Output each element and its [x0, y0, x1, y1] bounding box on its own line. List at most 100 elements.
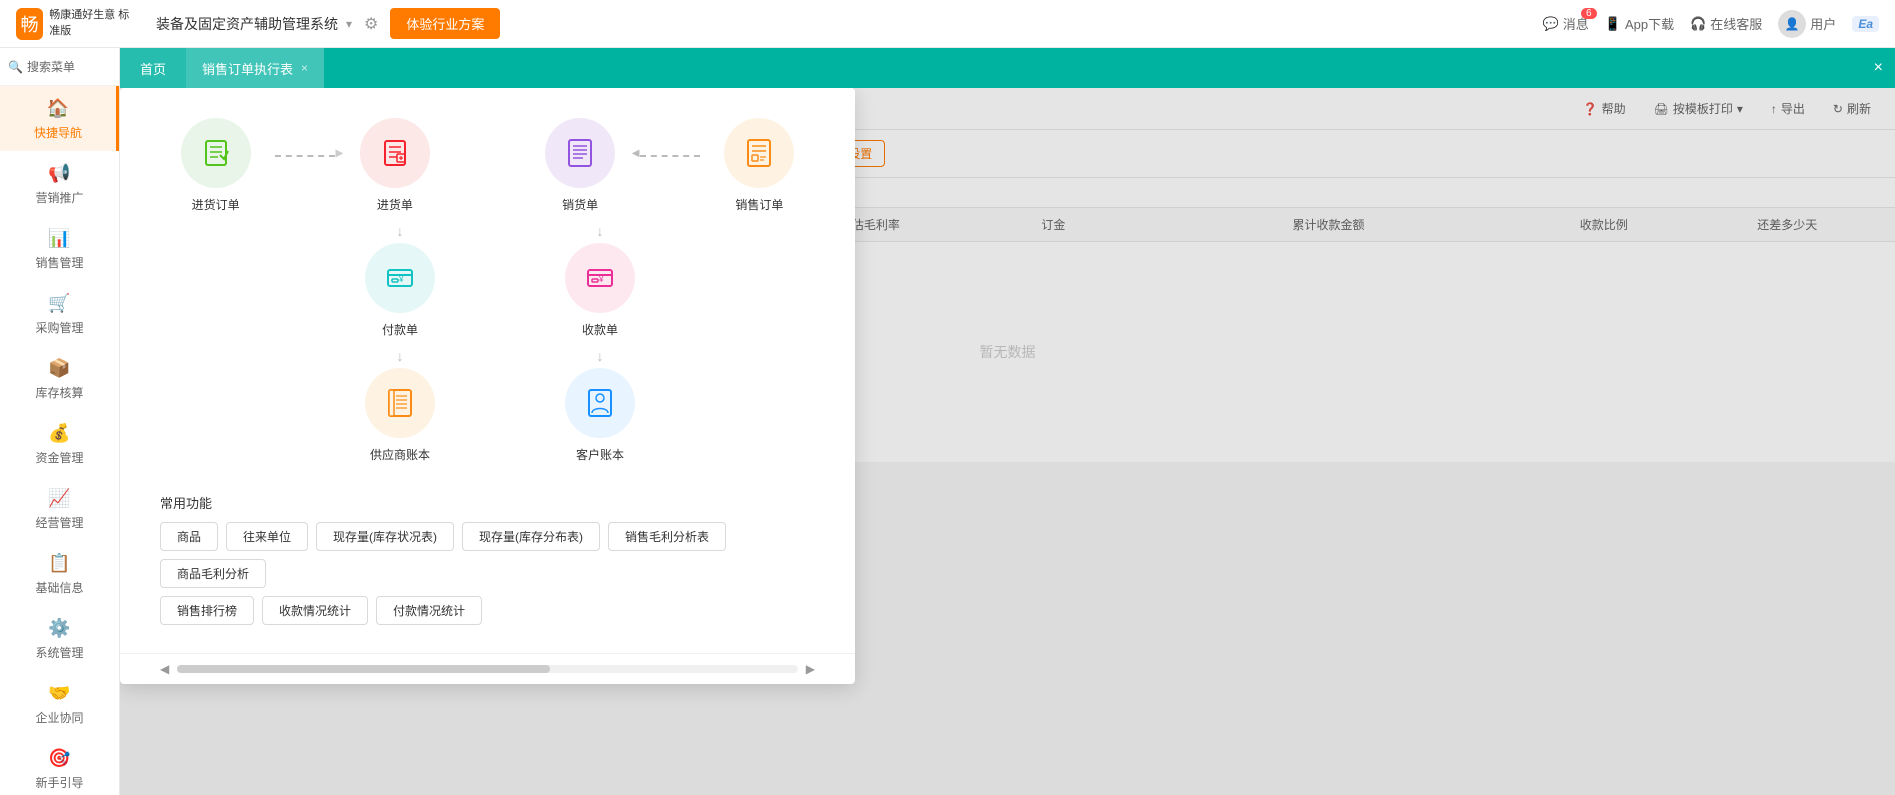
flow-section: 进货订单 ▶ [120, 88, 855, 493]
common-functions-title: 常用功能 [160, 493, 815, 512]
sidebar-item-marketing[interactable]: 📢 营销推广 [0, 151, 119, 216]
arrow-order-to-invoice: ◀ [640, 155, 700, 177]
down-arrows-row-2: ↓ ↓ [160, 348, 815, 364]
scroll-thumb[interactable] [177, 665, 549, 673]
receipt-circle[interactable]: ¥ [565, 243, 635, 313]
down-arrow-receipt: ↓ [540, 223, 660, 239]
top-header: 畅 畅康通好生意 标准版 装备及固定资产辅助管理系统 ▾ ⚙ 体验行业方案 💬 … [0, 0, 1895, 48]
receipt-label: 收款单 [582, 321, 618, 338]
quick-nav-icon: 🏠 [46, 96, 70, 120]
trial-button[interactable]: 体验行业方案 [390, 8, 500, 39]
sidebar-item-label: 基础信息 [35, 579, 83, 596]
sales-invoice-label: 销货单 [562, 196, 598, 213]
flow-row-2: ¥ 付款单 [160, 243, 815, 338]
flow-modal-overlay: 进货订单 ▶ [120, 88, 1895, 795]
customer-ledger-circle[interactable] [565, 368, 635, 438]
sidebar-search[interactable]: 🔍 搜索菜单 [0, 48, 119, 86]
customer-ledger-label: 客户账本 [576, 446, 624, 463]
basic-icon: 📋 [48, 551, 72, 575]
flow-modal: 进货订单 ▶ [120, 88, 855, 684]
user-area[interactable]: 👤 用户 [1778, 10, 1836, 38]
scroll-track [177, 665, 798, 673]
app-logo-icon: 畅 [16, 8, 43, 40]
dropdown-arrow-icon[interactable]: ▾ [346, 17, 352, 31]
sidebar-item-enterprise[interactable]: 🤝 企业协同 [0, 671, 119, 736]
btn-sales-ranking[interactable]: 销售排行榜 [160, 596, 254, 625]
content-area: 首页 销售订单执行表 × × ❓ 帮助 🖨 按模板打印 [120, 48, 1895, 795]
scroll-right-button[interactable]: ▶ [806, 662, 815, 676]
btn-sales-analysis[interactable]: 销售毛利分析表 [608, 522, 726, 551]
purchase-receipt-circle[interactable] [360, 118, 430, 188]
scroll-left-button[interactable]: ◀ [160, 662, 169, 676]
sidebar-item-operation[interactable]: 📈 经营管理 [0, 476, 119, 541]
sidebar-item-label: 销售管理 [35, 254, 83, 271]
sidebar-item-label: 快捷导航 [34, 124, 82, 141]
service-icon: 🎧 [1690, 16, 1706, 32]
search-icon: 🔍 [8, 60, 23, 74]
arrow-purchase-to-receipt: ▶ [275, 155, 335, 177]
sidebar-item-label: 库存核算 [35, 384, 83, 401]
sidebar-item-finance[interactable]: 💰 资金管理 [0, 411, 119, 476]
sidebar-item-purchase[interactable]: 🛒 采购管理 [0, 281, 119, 346]
purchase-order-label: 进货订单 [192, 196, 240, 213]
down-arrow-payment: ↓ [340, 223, 460, 239]
tab-home[interactable]: 首页 [120, 48, 186, 88]
purchase-order-circle[interactable] [181, 118, 251, 188]
settings-gear-button[interactable]: ⚙ [360, 10, 382, 38]
tab-close-all-button[interactable]: × [1874, 59, 1895, 77]
sales-order-circle[interactable] [724, 118, 794, 188]
marketing-icon: 📢 [48, 161, 72, 185]
sidebar-item-label: 经营管理 [35, 514, 83, 531]
btn-stock-dist[interactable]: 现存量(库存分布表) [462, 522, 600, 551]
online-service-button[interactable]: 🎧 在线客服 [1690, 14, 1762, 33]
payment-label: 付款单 [382, 321, 418, 338]
sales-icon: 📊 [48, 226, 72, 250]
sidebar-item-inventory[interactable]: 📦 库存核算 [0, 346, 119, 411]
btn-product[interactable]: 商品 [160, 522, 218, 551]
supplier-ledger-circle[interactable] [365, 368, 435, 438]
tab-sales-order[interactable]: 销售订单执行表 × [186, 48, 324, 88]
search-label: 搜索菜单 [27, 58, 75, 75]
logo-area: 畅 畅康通好生意 标准版 [16, 8, 136, 40]
inventory-icon: 📦 [48, 356, 72, 380]
down-arrow-supplier: ↓ [340, 348, 460, 364]
svg-text:¥: ¥ [598, 275, 604, 284]
sidebar: 🔍 搜索菜单 🏠 快捷导航 📢 营销推广 📊 销售管理 🛒 采购管理 📦 库存核… [0, 48, 120, 795]
sidebar-item-label: 系统管理 [35, 644, 83, 661]
common-functions-section: 常用功能 商品 往来单位 现存量(库存状况表) 现存量(库存分布表) 销售毛利分… [120, 493, 855, 653]
purchase-receipt-node: 进货单 [339, 118, 450, 213]
btn-contacts[interactable]: 往来单位 [226, 522, 308, 551]
btn-receipt-stats[interactable]: 收款情况统计 [262, 596, 368, 625]
btn-stock-status[interactable]: 现存量(库存状况表) [316, 522, 454, 551]
sidebar-item-label: 采购管理 [35, 319, 83, 336]
btn-product-margin[interactable]: 商品毛利分析 [160, 559, 266, 588]
sales-order-label: 销售订单 [735, 196, 783, 213]
tab-label: 销售订单执行表 [202, 59, 293, 78]
message-icon: 💬 [1543, 16, 1559, 32]
app-download-button[interactable]: 📱 App下载 [1605, 14, 1674, 33]
logo-text: 畅康通好生意 标准版 [49, 8, 136, 39]
svg-text:¥: ¥ [398, 275, 404, 284]
payment-circle[interactable]: ¥ [365, 243, 435, 313]
flow-row-1: 进货订单 ▶ [160, 118, 815, 213]
sidebar-item-label: 营销推广 [35, 189, 83, 206]
btn-payment-stats[interactable]: 付款情况统计 [376, 596, 482, 625]
payment-node: ¥ 付款单 [340, 243, 460, 338]
system-title-area: 装备及固定资产辅助管理系统 ▾ ⚙ 体验行业方案 [136, 8, 1543, 39]
sidebar-item-basic[interactable]: 📋 基础信息 [0, 541, 119, 606]
sidebar-item-quick-nav[interactable]: 🏠 快捷导航 [0, 86, 119, 151]
sidebar-item-sales[interactable]: 📊 销售管理 [0, 216, 119, 281]
supplier-ledger-label: 供应商账本 [370, 446, 430, 463]
customer-ledger-node: 客户账本 [540, 368, 660, 463]
sidebar-item-guide[interactable]: 🎯 新手引导 [0, 736, 119, 795]
common-btns-row-2: 销售排行榜 收款情况统计 付款情况统计 [160, 596, 815, 625]
app-download-label: App下载 [1625, 14, 1674, 33]
tab-close-icon[interactable]: × [301, 61, 308, 75]
system-icon: ⚙️ [48, 616, 72, 640]
guide-icon: 🎯 [48, 746, 72, 770]
sidebar-item-system[interactable]: ⚙️ 系统管理 [0, 606, 119, 671]
message-button[interactable]: 💬 消息 6 [1543, 14, 1589, 33]
sales-invoice-circle[interactable] [545, 118, 615, 188]
supplier-ledger-node: 供应商账本 [340, 368, 460, 463]
user-label: 用户 [1810, 14, 1836, 33]
